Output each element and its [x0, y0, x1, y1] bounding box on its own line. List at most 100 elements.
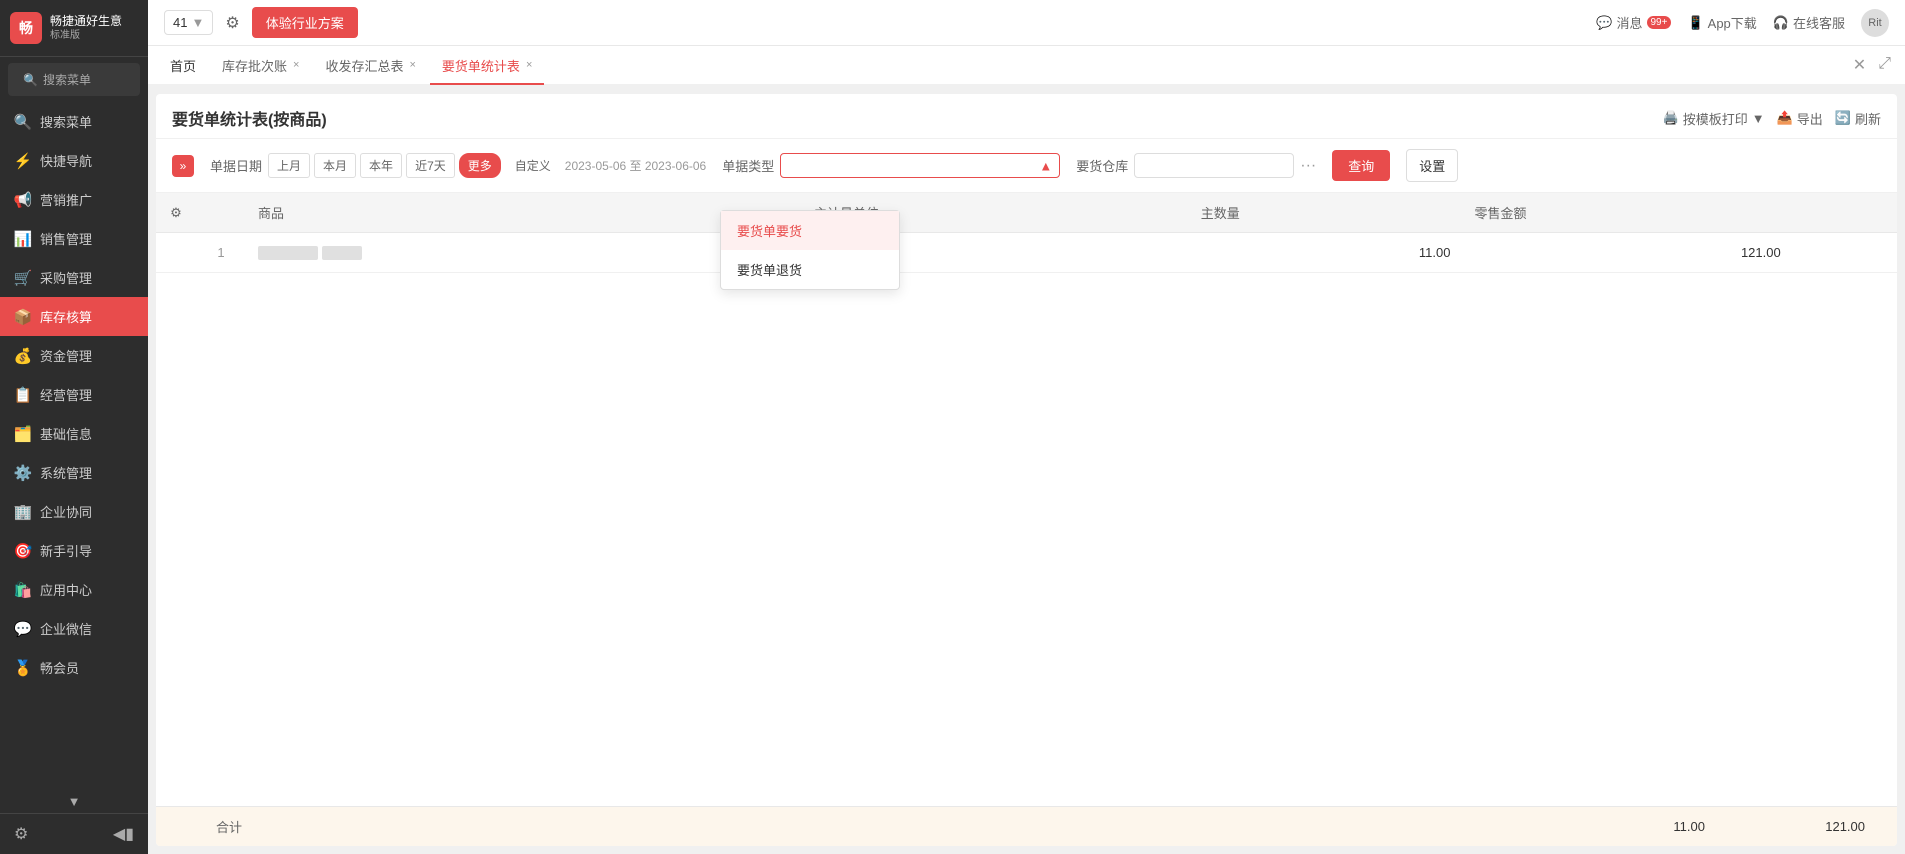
top-bar: 41 ▼ ⚙ 体验行业方案 💬 消息 99+ 📱 App下载 🎧 在线客服 Ri…	[148, 0, 1905, 46]
app-download-item[interactable]: 📱 App下载	[1687, 13, 1756, 32]
sidebar-item-appstore[interactable]: 🛍️ 应用中心	[0, 570, 148, 609]
sidebar-item-search[interactable]: 🔍 搜索菜单	[0, 102, 148, 141]
sidebar-scroll-down[interactable]: ▼	[0, 790, 148, 813]
filter-bar: » 单据日期 上月 本月 本年 近7天 更多 自定义 2023-05-06 至 …	[156, 139, 1897, 193]
col-quantity: 主数量	[1189, 193, 1463, 233]
sidebar-item-operation[interactable]: 📋 经营管理	[0, 375, 148, 414]
type-dropdown-menu: 要货单要货 要货单退货	[720, 210, 900, 290]
sidebar-item-inventory[interactable]: 📦 库存核算	[0, 297, 148, 336]
online-service-item[interactable]: 🎧 在线客服	[1773, 13, 1845, 32]
appstore-icon: 🛍️	[14, 581, 32, 599]
search-icon: 🔍	[23, 73, 38, 87]
inventory-icon: 📦	[14, 308, 32, 326]
type-filter-input[interactable]	[780, 153, 1060, 178]
top-bar-left: 41 ▼ ⚙ 体验行业方案	[164, 7, 1596, 38]
content-area: 要货单统计表(按商品) 🖨️ 按模板打印 ▼ 📤 导出 🔄 刷新 »	[156, 94, 1897, 846]
sidebar-item-basic[interactable]: 🗂️ 基础信息	[0, 414, 148, 453]
sidebar-item-finance[interactable]: 💰 资金管理	[0, 336, 148, 375]
footer-label: 合计	[168, 817, 242, 836]
top-bar-right: 💬 消息 99+ 📱 App下载 🎧 在线客服 Rit	[1596, 9, 1889, 37]
guide-icon: 🎯	[14, 542, 32, 560]
headset-icon: 🎧	[1773, 15, 1789, 31]
export-button[interactable]: 📤 导出	[1777, 109, 1823, 128]
sidebar-item-marketing[interactable]: 📢 营销推广	[0, 180, 148, 219]
sidebar-search[interactable]: 🔍 搜索菜单	[8, 63, 140, 96]
sidebar-item-enterprise[interactable]: 🏢 企业协同	[0, 492, 148, 531]
user-avatar[interactable]: Rit	[1861, 9, 1889, 37]
system-icon: ⚙️	[14, 464, 32, 482]
print-dropdown-arrow: ▼	[1752, 111, 1765, 126]
refresh-button[interactable]: 🔄 刷新	[1835, 109, 1881, 128]
messages-item[interactable]: 💬 消息 99+	[1596, 13, 1671, 32]
expand-tabs-icon[interactable]: ⤢	[1874, 51, 1895, 79]
date-btn-last-month[interactable]: 上月	[268, 153, 310, 178]
product-placeholder-2	[322, 246, 362, 260]
col-settings[interactable]: ⚙	[156, 193, 196, 233]
date-btn-this-year[interactable]: 本年	[360, 153, 402, 178]
sidebar-item-sales[interactable]: 📊 销售管理	[0, 219, 148, 258]
col-extra	[1793, 193, 1897, 233]
tab-home[interactable]: 首页	[158, 47, 208, 85]
table-footer: 合计 11.00 121.00	[156, 806, 1897, 846]
footer-collapse-icon[interactable]: ◀▮	[113, 824, 134, 844]
tab-close-receive-summary[interactable]: ×	[409, 59, 415, 71]
operation-icon: 📋	[14, 386, 32, 404]
warehouse-filter-input[interactable]	[1134, 153, 1294, 178]
close-all-tabs-icon[interactable]: ✕	[1849, 51, 1870, 79]
trial-button[interactable]: 体验行业方案	[252, 7, 358, 38]
footer-values: 11.00 121.00	[1625, 819, 1885, 834]
sidebar-item-system[interactable]: ⚙️ 系统管理	[0, 453, 148, 492]
store-dropdown-arrow: ▼	[191, 15, 204, 30]
date-btn-more[interactable]: 更多	[459, 153, 501, 178]
type-dropdown-arrow[interactable]: ▲	[1039, 158, 1052, 173]
cell-product	[246, 233, 802, 273]
query-button[interactable]: 查询	[1332, 150, 1390, 181]
tab-receive-summary[interactable]: 收发存汇总表 ×	[313, 47, 427, 85]
tab-close-order-summary[interactable]: ×	[526, 59, 532, 71]
header-actions: 🖨️ 按模板打印 ▼ 📤 导出 🔄 刷新	[1663, 109, 1881, 128]
dropdown-item-purchase-order[interactable]: 要货单要货	[721, 211, 899, 250]
footer-amount: 121.00	[1785, 819, 1865, 834]
sidebar-item-member[interactable]: 🏅 畅会员	[0, 648, 148, 687]
warehouse-more-icon[interactable]: ···	[1300, 157, 1316, 175]
tab-batch-account[interactable]: 库存批次账 ×	[210, 47, 311, 85]
marketing-icon: 📢	[14, 191, 32, 209]
logo-icon: 畅	[10, 12, 42, 44]
footer-quantity: 11.00	[1625, 819, 1705, 834]
topbar-settings-icon[interactable]: ⚙	[225, 13, 239, 33]
date-btn-7days[interactable]: 近7天	[406, 153, 455, 178]
message-icon: 💬	[1596, 15, 1612, 31]
refresh-icon: 🔄	[1835, 110, 1851, 126]
tab-order-summary[interactable]: 要货单统计表 ×	[430, 47, 544, 85]
tab-close-batch-account[interactable]: ×	[293, 59, 299, 71]
sidebar-item-quick-nav[interactable]: ⚡ 快捷导航	[0, 141, 148, 180]
cell-quantity: 11.00	[1189, 233, 1463, 273]
date-quick-buttons: 上月 本月 本年 近7天 更多	[268, 153, 501, 178]
expand-filter-button[interactable]: »	[172, 155, 194, 177]
sidebar-item-purchase[interactable]: 🛒 采购管理	[0, 258, 148, 297]
tab-bar-right: ✕ ⤢	[1849, 51, 1895, 79]
sidebar-item-guide[interactable]: 🎯 新手引导	[0, 531, 148, 570]
table-row: 1 块 11.00 121.00	[156, 233, 1897, 273]
print-button[interactable]: 🖨️ 按模板打印 ▼	[1663, 109, 1765, 128]
sidebar-item-wechat[interactable]: 💬 企业微信	[0, 609, 148, 648]
footer-settings-icon[interactable]: ⚙	[14, 824, 28, 844]
col-amount: 零售金额	[1462, 193, 1792, 233]
date-btn-this-month[interactable]: 本月	[314, 153, 356, 178]
quick-nav-icon: ⚡	[14, 152, 32, 170]
finance-icon: 💰	[14, 347, 32, 365]
date-custom-button[interactable]: 自定义	[507, 154, 559, 177]
store-selector[interactable]: 41 ▼	[164, 10, 213, 35]
sidebar-logo: 畅 畅捷通好生意 标准版	[0, 0, 148, 57]
type-filter-group: 单据类型 ▲	[722, 153, 1060, 178]
dropdown-item-purchase-return[interactable]: 要货单退货	[721, 250, 899, 289]
settings-button[interactable]: 设置	[1406, 149, 1458, 182]
sidebar-footer: ⚙ ◀▮	[0, 813, 148, 854]
sidebar: 畅 畅捷通好生意 标准版 🔍 搜索菜单 🔍 搜索菜单 ⚡ 快捷导航 📢 营销推广…	[0, 0, 148, 854]
wechat-icon: 💬	[14, 620, 32, 638]
content-header: 要货单统计表(按商品) 🖨️ 按模板打印 ▼ 📤 导出 🔄 刷新	[156, 94, 1897, 139]
warehouse-filter-group: 要货仓库 ···	[1076, 153, 1316, 178]
export-icon: 📤	[1777, 110, 1793, 126]
purchase-icon: 🛒	[14, 269, 32, 287]
print-icon: 🖨️	[1663, 110, 1679, 126]
